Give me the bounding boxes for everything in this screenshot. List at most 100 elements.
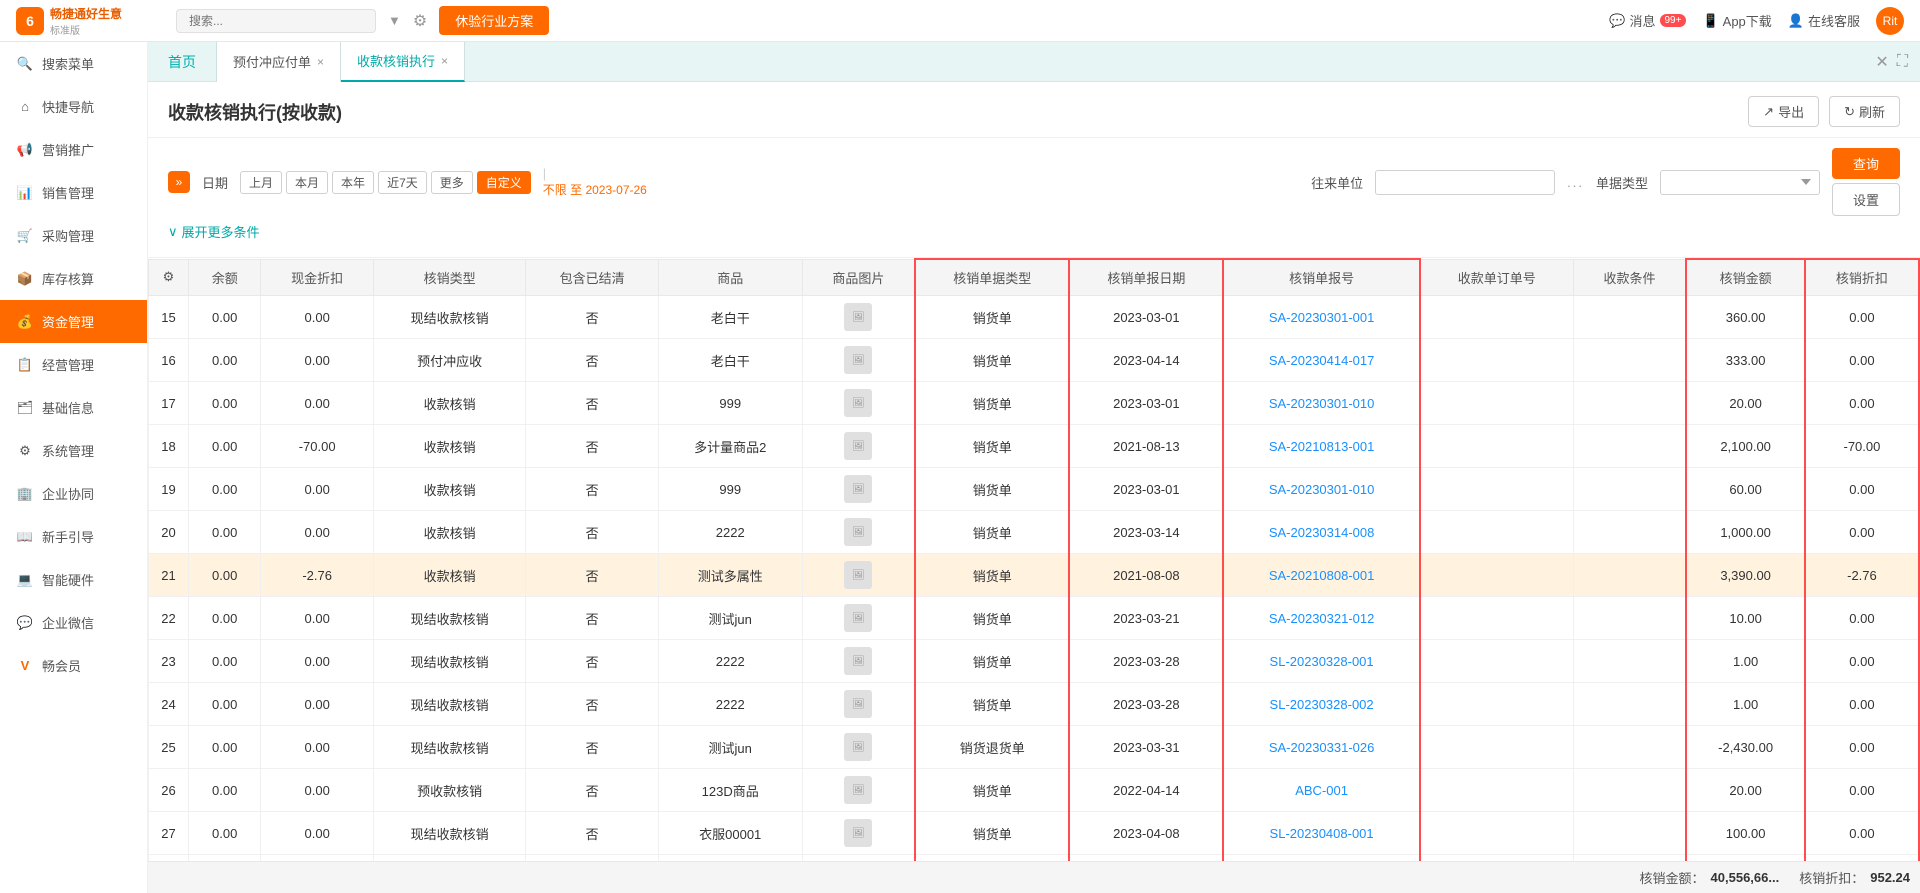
tab-close-prepay[interactable]: × <box>317 55 324 69</box>
voucher-no-link[interactable]: SA-20230301-001 <box>1269 310 1375 325</box>
row-receipt-condition <box>1573 425 1686 468</box>
settings-btn[interactable]: 设置 <box>1832 183 1900 216</box>
date-btn-custom[interactable]: 自定义 <box>477 171 531 194</box>
gear-settings-icon[interactable]: ⚙ <box>413 11 427 31</box>
marketing-icon: 📢 <box>16 141 34 159</box>
row-cash-discount: 0.00 <box>261 382 373 425</box>
sidebar-item-manage[interactable]: 📋 经营管理 <box>0 343 147 386</box>
filter-expand-btn[interactable]: » <box>168 171 190 193</box>
row-voucher-type: 销货单 <box>915 597 1069 640</box>
row-voucher-no: SA-20230321-012 <box>1223 597 1419 640</box>
row-writeoff-type: 预付冲应收 <box>373 339 526 382</box>
tab-expand-icon[interactable]: ⛶ <box>1897 53 1908 71</box>
sidebar-item-finance[interactable]: 💰 资金管理 <box>0 300 147 343</box>
row-writeoff-amount: 60.00 <box>1686 468 1805 511</box>
sidebar-item-search[interactable]: 🔍 搜索菜单 <box>0 42 147 85</box>
message-btn[interactable]: 💬 消息 99+ <box>1609 11 1686 30</box>
row-cash-discount: 0.00 <box>261 726 373 769</box>
hw-icon: 💻 <box>16 571 34 589</box>
voucher-no-link[interactable]: SA-20230314-008 <box>1269 525 1375 540</box>
tab-prepay[interactable]: 预付冲应付单 × <box>217 42 341 82</box>
voucher-type-select[interactable] <box>1660 170 1820 195</box>
row-balance: 0.00 <box>189 640 261 683</box>
row-balance: 0.00 <box>189 683 261 726</box>
row-product-image: 🖼 <box>802 769 915 812</box>
row-voucher-type: 销货单 <box>915 468 1069 511</box>
col-header-voucher-date: 核销单报日期 <box>1069 259 1223 296</box>
date-btn-more[interactable]: 更多 <box>431 171 473 194</box>
voucher-no-link[interactable]: SA-20230301-010 <box>1269 482 1375 497</box>
user-menu-btn[interactable]: Rit <box>1876 7 1904 35</box>
sidebar-item-quicknav[interactable]: ⌂ 快捷导航 <box>0 85 147 128</box>
row-receipt-order-no <box>1420 597 1573 640</box>
tab-close-all-icon[interactable]: ✕ <box>1875 52 1888 72</box>
service-icon: 👤 <box>1788 13 1804 29</box>
row-voucher-no: SA-20230414-017 <box>1223 339 1419 382</box>
table-row: 200.000.00收款核销否2222🖼销货单2023-03-14SA-2023… <box>149 511 1920 554</box>
row-writeoff-amount: 1,000.00 <box>1686 511 1805 554</box>
row-receipt-condition <box>1573 812 1686 855</box>
row-balance: 0.00 <box>189 769 261 812</box>
row-included-settled: 否 <box>526 468 659 511</box>
export-btn[interactable]: ↗ 导出 <box>1748 96 1819 127</box>
row-no: 24 <box>149 683 189 726</box>
voucher-no-link[interactable]: SA-20230331-026 <box>1269 740 1375 755</box>
voucher-no-link[interactable]: SL-20230328-001 <box>1270 654 1374 669</box>
voucher-no-link[interactable]: SA-20210813-001 <box>1269 439 1375 454</box>
row-balance: 0.00 <box>189 554 261 597</box>
row-voucher-type: 销货单 <box>915 769 1069 812</box>
top-search-input[interactable] <box>176 9 376 33</box>
voucher-no-link[interactable]: SA-20210808-001 <box>1269 568 1375 583</box>
date-btn-this-year[interactable]: 本年 <box>332 171 374 194</box>
sidebar-item-sales[interactable]: 📊 销售管理 <box>0 171 147 214</box>
row-writeoff-discount: 0.00 <box>1805 683 1919 726</box>
row-balance: 0.00 <box>189 339 261 382</box>
voucher-no-link[interactable]: SL-20230408-001 <box>1270 826 1374 841</box>
sidebar-item-inventory[interactable]: 📦 库存核算 <box>0 257 147 300</box>
row-voucher-date: 2023-04-08 <box>1069 812 1223 855</box>
sidebar-item-member[interactable]: V 畅会员 <box>0 644 147 687</box>
sidebar-item-corp[interactable]: 🏢 企业协同 <box>0 472 147 515</box>
voucher-no-link[interactable]: SA-20230301-010 <box>1269 396 1375 411</box>
voucher-no-link[interactable]: SA-20230321-012 <box>1269 611 1375 626</box>
sidebar-item-guide[interactable]: 📖 新手引导 <box>0 515 147 558</box>
row-cash-discount: 0.00 <box>261 511 373 554</box>
row-writeoff-amount: -2,430.00 <box>1686 726 1805 769</box>
refresh-btn[interactable]: ↻ 刷新 <box>1829 96 1900 127</box>
row-writeoff-discount: 0.00 <box>1805 339 1919 382</box>
voucher-no-link[interactable]: SA-20230414-017 <box>1269 353 1375 368</box>
row-voucher-no: SA-20230301-010 <box>1223 382 1419 425</box>
expand-more-btn[interactable]: ∨ 展开更多条件 <box>168 216 1900 247</box>
tab-home[interactable]: 首页 <box>148 42 217 82</box>
voucher-no-link[interactable]: SL-20230328-002 <box>1270 697 1374 712</box>
voucher-no-link[interactable]: ABC-001 <box>1295 783 1348 798</box>
sidebar-item-marketing[interactable]: 📢 营销推广 <box>0 128 147 171</box>
row-voucher-type: 销货单 <box>915 640 1069 683</box>
tab-close-writeoff[interactable]: × <box>441 54 448 68</box>
app-download-btn[interactable]: 📱 App下载 <box>1702 11 1771 30</box>
sidebar-item-wx[interactable]: 💬 企业微信 <box>0 601 147 644</box>
table-row: 270.000.00现结收款核销否衣服00001🖼销货单2023-04-08SL… <box>149 812 1920 855</box>
dropdown-arrow-icon[interactable]: ▼ <box>388 13 401 28</box>
logo-area: 6 畅捷通好生意 标准版 <box>16 5 164 37</box>
data-table-container[interactable]: ⚙ 余额 现金折扣 核销类型 包含已结清 商品 商品图片 核销单据类型 核销单报… <box>148 258 1920 861</box>
row-no: 21 <box>149 554 189 597</box>
sidebar-item-basic[interactable]: 🗂 基础信息 <box>0 386 147 429</box>
from-unit-input[interactable] <box>1375 170 1555 195</box>
date-btn-7days[interactable]: 近7天 <box>378 171 427 194</box>
query-btn[interactable]: 查询 <box>1832 148 1900 179</box>
sidebar-item-system[interactable]: ⚙ 系统管理 <box>0 429 147 472</box>
table-header-row: ⚙ 余额 现金折扣 核销类型 包含已结清 商品 商品图片 核销单据类型 核销单报… <box>149 259 1920 296</box>
date-btn-this-month[interactable]: 本月 <box>286 171 328 194</box>
sidebar-item-hw[interactable]: 💻 智能硬件 <box>0 558 147 601</box>
industry-btn[interactable]: 休验行业方案 <box>439 6 549 35</box>
online-service-btn[interactable]: 👤 在线客服 <box>1788 11 1860 30</box>
row-voucher-date: 2022-04-14 <box>1069 769 1223 812</box>
tab-writeoff[interactable]: 收款核销执行 × <box>341 42 465 82</box>
row-product: 2222 <box>658 511 802 554</box>
date-btn-last-month[interactable]: 上月 <box>240 171 282 194</box>
row-writeoff-amount: 1.00 <box>1686 640 1805 683</box>
row-receipt-order-no <box>1420 640 1573 683</box>
sidebar-item-purchase[interactable]: 🛒 采购管理 <box>0 214 147 257</box>
row-no: 23 <box>149 640 189 683</box>
